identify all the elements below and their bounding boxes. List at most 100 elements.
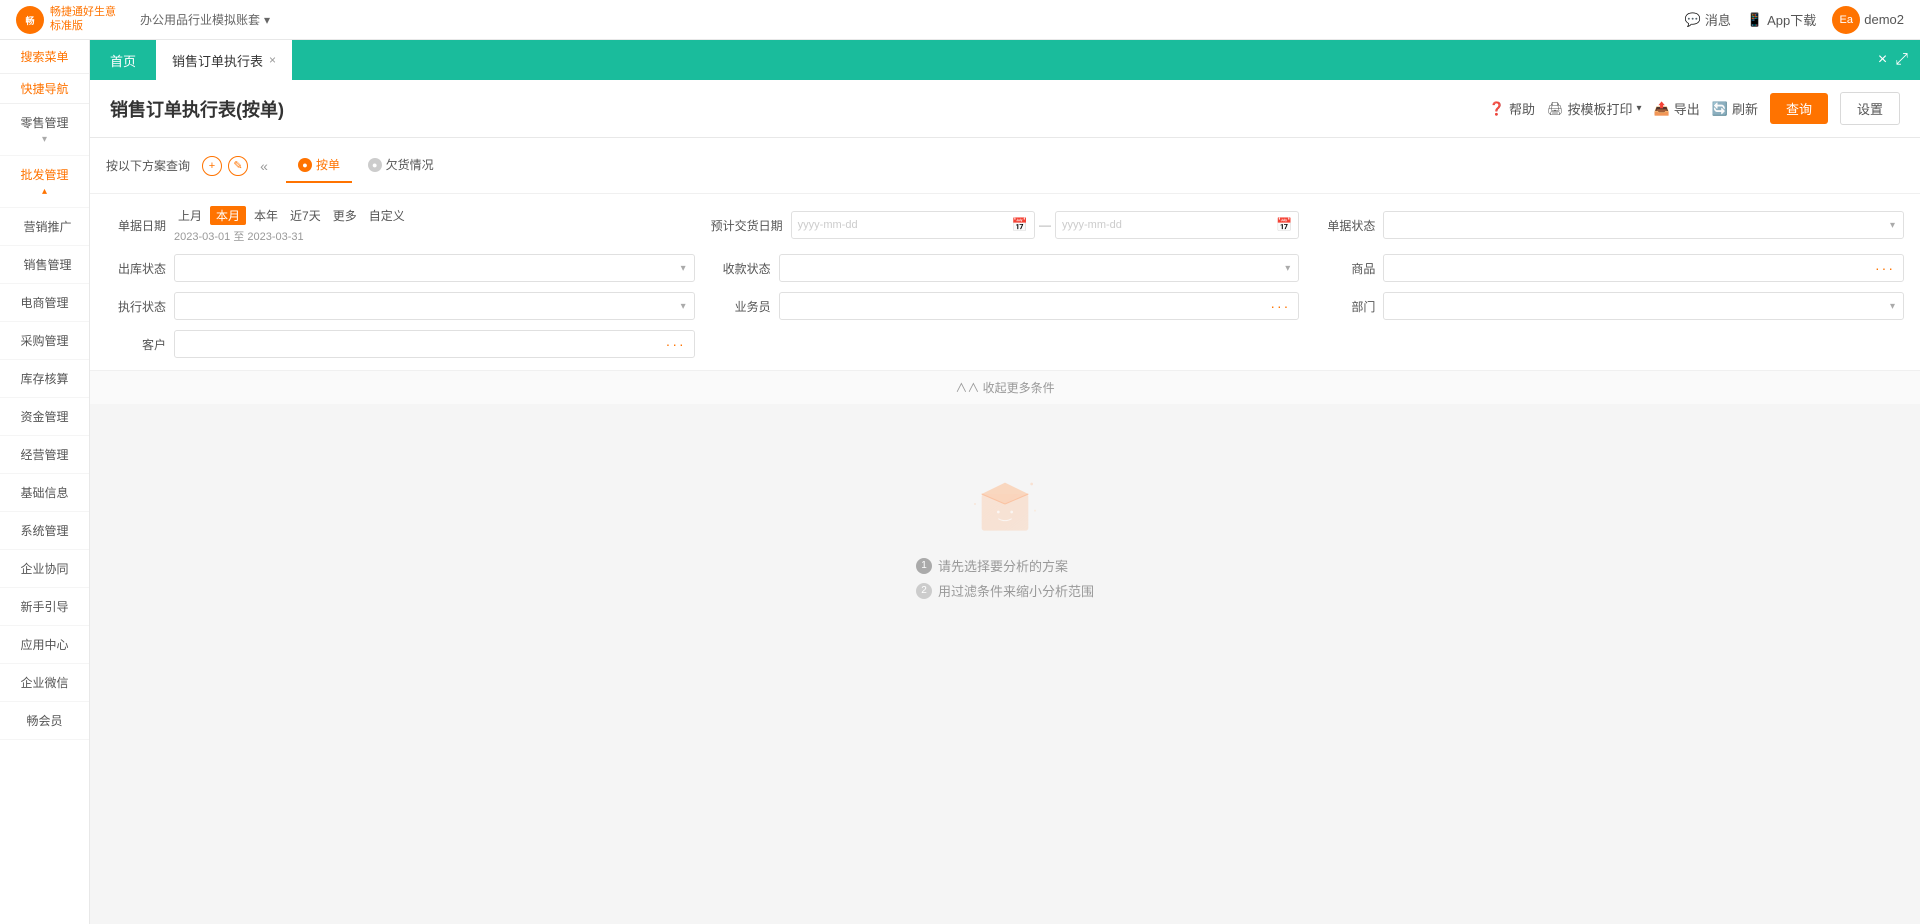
edit-scheme-icon[interactable]: ✎ (228, 156, 248, 176)
top-bar-left: 畅 畅捷通好生意 标准版 办公用品行业模拟账套 ▾ (16, 6, 270, 34)
empty-tip-2: 2 用过滤条件来缩小分析范围 (916, 581, 1094, 600)
date-tab-this-month[interactable]: 本月 (210, 206, 246, 225)
sidebar-item-newbie[interactable]: 新手引导 (0, 588, 89, 626)
department-label: 部门 (1315, 298, 1375, 315)
expected-date-start[interactable]: yyyy-mm-dd 📅 (791, 211, 1035, 239)
doc-status-select[interactable]: ▾ (1383, 211, 1904, 239)
filter-field-customer: 客户 ··· (106, 330, 695, 358)
salesperson-input[interactable]: ··· (779, 292, 1300, 320)
breadcrumb: 办公用品行业模拟账套 ▾ (140, 11, 270, 28)
filter-field-product: 商品 ··· (1315, 254, 1904, 282)
messages-button[interactable]: 💬 消息 (1685, 10, 1731, 29)
print-arrow-icon: ▾ (1637, 103, 1642, 114)
customer-dots-icon: ··· (666, 336, 686, 352)
date-tabs: 上月 本月 本年 近7天 更多 自定义 (174, 206, 695, 225)
exec-status-label: 执行状态 (106, 298, 166, 315)
help-button[interactable]: ❓ 帮助 (1489, 99, 1535, 118)
maximize-window-button[interactable]: ⤢ (1895, 51, 1908, 69)
payment-status-select[interactable]: ▾ (779, 254, 1300, 282)
sidebar-item-marketing[interactable]: 营销推广 (0, 208, 89, 246)
shipment-arrow-icon: ▾ (681, 263, 686, 274)
help-icon: ❓ (1489, 101, 1505, 117)
exec-status-select[interactable]: ▾ (174, 292, 695, 320)
query-button[interactable]: 查询 (1770, 93, 1828, 124)
collapse-scheme-icon[interactable]: « (254, 156, 274, 176)
refresh-button[interactable]: 🔄 刷新 (1712, 99, 1758, 118)
sidebar-item-sales[interactable]: 销售管理 (0, 246, 89, 284)
empty-state: 1 请先选择要分析的方案 2 用过滤条件来缩小分析范围 (90, 404, 1920, 660)
logo-text: 畅捷通好生意 标准版 (50, 6, 116, 32)
collapse-bar[interactable]: ∧∧ 收起更多条件 (90, 370, 1920, 404)
filter-field-payment-status: 收款状态 ▾ (711, 254, 1300, 282)
app-download-button[interactable]: 📱 App下载 (1747, 10, 1816, 29)
sidebar-item-base[interactable]: 基础信息 (0, 474, 89, 512)
filter-field-shipment-status: 出库状态 ▾ (106, 254, 695, 282)
date-tab-this-year[interactable]: 本年 (250, 206, 282, 225)
sidebar-item-retail[interactable]: 零售管理 ▾ (0, 104, 89, 156)
tab-close-icon[interactable]: × (269, 53, 276, 67)
sidebar-item-wechat[interactable]: 企业微信 (0, 664, 89, 702)
product-label: 商品 (1315, 260, 1375, 277)
tip-num-1: 1 (916, 558, 932, 574)
sidebar-item-apps[interactable]: 应用中心 (0, 626, 89, 664)
filter-panel: 按以下方案查询 + ✎ « ● 按单 ● 欠货情况 (90, 138, 1920, 404)
sidebar: 搜索菜单 快捷导航 零售管理 ▾ 批发管理 ▴ 营销推广 销售管理 电商管理 采… (0, 40, 90, 924)
sidebar-item-operations[interactable]: 经营管理 (0, 436, 89, 474)
breadcrumb-arrow-icon: ▾ (264, 13, 270, 27)
sidebar-item-finance[interactable]: 资金管理 (0, 398, 89, 436)
customer-input[interactable]: ··· (174, 330, 695, 358)
subnav-shortage[interactable]: ● 欠货情况 (356, 148, 446, 183)
payment-status-label: 收款状态 (711, 260, 771, 277)
salesperson-label: 业务员 (711, 298, 771, 315)
subnav-by-order[interactable]: ● 按单 (286, 148, 352, 183)
product-dots-icon: ··· (1875, 260, 1895, 276)
filter-fields-grid: 单据日期 上月 本月 本年 近7天 更多 自定义 2023-03-01 至 20… (90, 194, 1920, 370)
sidebar-item-enterprise[interactable]: 企业协同 (0, 550, 89, 588)
department-select[interactable]: ▾ (1383, 292, 1904, 320)
date-field-label: 单据日期 (106, 217, 166, 234)
top-bar: 畅 畅捷通好生意 标准版 办公用品行业模拟账套 ▾ 💬 消息 📱 App下载 E… (0, 0, 1920, 40)
sidebar-search[interactable]: 搜索菜单 (0, 40, 89, 74)
tab-bar-actions: × ⤢ (1878, 51, 1920, 69)
product-input[interactable]: ··· (1383, 254, 1904, 282)
calendar-end-icon: 📅 (1276, 217, 1292, 233)
page-title: 销售订单执行表(按单) (110, 96, 284, 134)
svg-text:畅: 畅 (25, 15, 34, 26)
user-profile[interactable]: Ea demo2 (1832, 6, 1904, 34)
filter-field-exec-status: 执行状态 ▾ (106, 292, 695, 320)
customer-label: 客户 (106, 336, 166, 353)
tab-active-sales-execution[interactable]: 销售订单执行表 × (156, 40, 292, 80)
tab-home[interactable]: 首页 (90, 40, 156, 80)
date-tab-more[interactable]: 更多 (329, 206, 361, 225)
date-tab-custom[interactable]: 自定义 (365, 206, 409, 225)
date-separator: — (1039, 218, 1051, 232)
settings-button[interactable]: 设置 (1840, 92, 1900, 125)
logo-area: 畅 畅捷通好生意 标准版 (16, 6, 116, 34)
sidebar-item-system[interactable]: 系统管理 (0, 512, 89, 550)
sidebar-quick-nav[interactable]: 快捷导航 (0, 74, 89, 104)
date-tab-7days[interactable]: 近7天 (286, 206, 325, 225)
sidebar-item-purchase[interactable]: 采购管理 (0, 322, 89, 360)
add-scheme-icon[interactable]: + (202, 156, 222, 176)
sidebar-item-wholesale[interactable]: 批发管理 ▴ (0, 156, 89, 208)
filter-field-date: 单据日期 上月 本月 本年 近7天 更多 自定义 2023-03-01 至 20… (106, 206, 695, 244)
expected-date-end[interactable]: yyyy-mm-dd 📅 (1055, 211, 1299, 239)
sidebar-item-member[interactable]: 畅会员 (0, 702, 89, 740)
logo-icon: 畅 (16, 6, 44, 34)
print-button[interactable]: 🖨 按模板打印 ▾ (1547, 99, 1642, 118)
sidebar-item-inventory[interactable]: 库存核算 (0, 360, 89, 398)
shipment-status-select[interactable]: ▾ (174, 254, 695, 282)
tip-num-2: 2 (916, 583, 932, 599)
date-tab-last-month[interactable]: 上月 (174, 206, 206, 225)
empty-tips: 1 请先选择要分析的方案 2 用过滤条件来缩小分析范围 (916, 556, 1094, 600)
filter-scheme-area: + ✎ « (202, 156, 274, 176)
close-window-button[interactable]: × (1878, 51, 1887, 69)
payment-arrow-icon: ▾ (1285, 263, 1290, 274)
sidebar-item-ecommerce[interactable]: 电商管理 (0, 284, 89, 322)
doc-status-label: 单据状态 (1315, 217, 1375, 234)
filter-field-department: 部门 ▾ (1315, 292, 1904, 320)
export-button[interactable]: 📤 导出 (1654, 99, 1700, 118)
expected-date-label: 预计交货日期 (711, 217, 783, 234)
filter-field-expected-date: 预计交货日期 yyyy-mm-dd 📅 — yyyy-mm-dd 📅 (711, 206, 1300, 244)
filter-field-doc-status: 单据状态 ▾ (1315, 206, 1904, 244)
